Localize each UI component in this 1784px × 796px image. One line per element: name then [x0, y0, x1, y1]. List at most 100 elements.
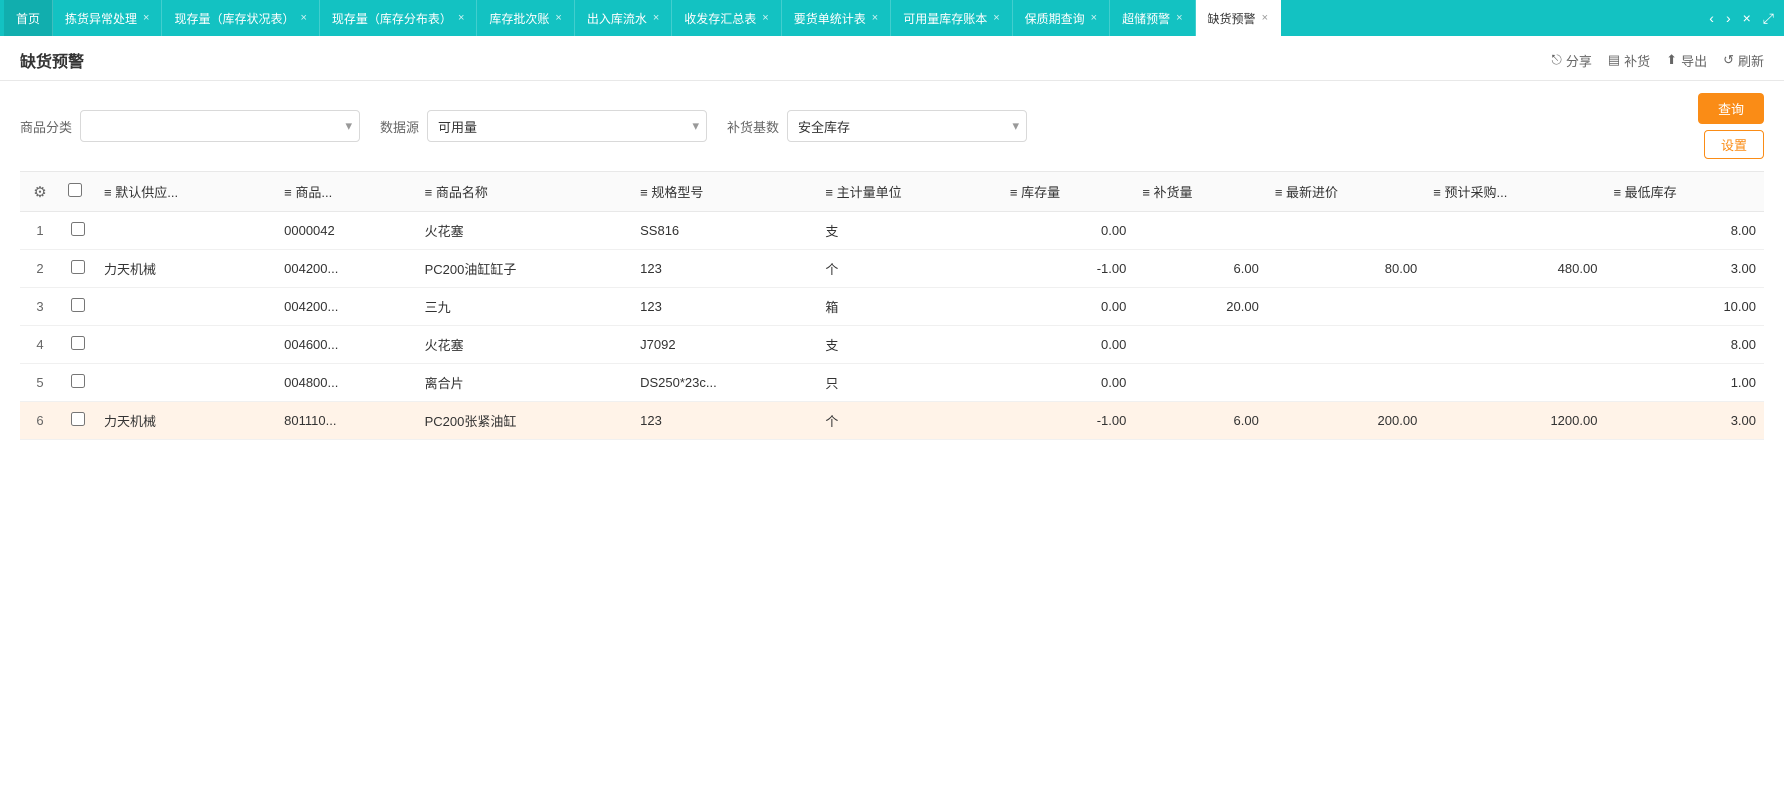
replenish-base-value: 安全库存: [798, 117, 850, 136]
tab-close-overstock[interactable]: ×: [1176, 12, 1182, 24]
tab-prev-button[interactable]: ‹: [1703, 6, 1720, 30]
tab-order-stats[interactable]: 要货单统计表 ×: [782, 0, 891, 36]
row-latest-price-2: 80.00: [1267, 250, 1425, 288]
row-unit-3: 箱: [817, 288, 1001, 326]
replenish-button[interactable]: ▤ 补货: [1608, 51, 1650, 70]
tab-batch-account[interactable]: 库存批次账 ×: [477, 0, 574, 36]
tab-close-inventory-status[interactable]: ×: [300, 12, 306, 24]
tab-close-all-button[interactable]: ×: [1737, 6, 1757, 30]
tab-close-batch-account[interactable]: ×: [555, 12, 561, 24]
row-stock-3: 0.00: [1002, 288, 1134, 326]
row-replenish-6: 6.00: [1134, 402, 1266, 440]
select-all-checkbox[interactable]: [68, 183, 82, 197]
row-spec-5: DS250*23c...: [632, 364, 817, 402]
tab-maximize-button[interactable]: ⤢: [1757, 6, 1780, 31]
tab-close-receive-summary[interactable]: ×: [762, 12, 768, 24]
row-checkbox-2[interactable]: [60, 250, 96, 288]
row-product-code-5: 004800...: [276, 364, 416, 402]
tab-bar: 首页 拣货异常处理 × 现存量（库存状况表） × 现存量（库存分布表） × 库存…: [0, 0, 1784, 36]
row-check-1[interactable]: [71, 222, 85, 236]
tab-inout-flow[interactable]: 出入库流水 ×: [575, 0, 672, 36]
row-product-name-2: PC200油缸缸子: [417, 250, 633, 288]
row-unit-5: 只: [817, 364, 1001, 402]
settings-button[interactable]: 设置: [1704, 130, 1764, 159]
row-min-stock-1: 8.00: [1605, 212, 1764, 250]
row-spec-4: J7092: [632, 326, 817, 364]
row-stock-6: -1.00: [1002, 402, 1134, 440]
row-check-5[interactable]: [71, 374, 85, 388]
row-product-name-6: PC200张紧油缸: [417, 402, 633, 440]
col-supplier: ≡ 默认供应...: [96, 172, 276, 212]
row-number-6: 6: [20, 402, 60, 440]
row-min-stock-4: 8.00: [1605, 326, 1764, 364]
tab-available-ledger[interactable]: 可用量库存账本 ×: [891, 0, 1012, 36]
row-est-purchase-6: 1200.00: [1425, 402, 1605, 440]
row-min-stock-3: 10.00: [1605, 288, 1764, 326]
page-content: 缺货预警 ⎋ 分享 ▤ 补货 ⬆ 导出 ↺ 刷新 商品分类: [0, 36, 1784, 796]
table-row: 4 004600... 火花塞 J7092 支 0.00 8.00: [20, 326, 1764, 364]
row-number-3: 3: [20, 288, 60, 326]
table-row: 2 力天机械 004200... PC200油缸缸子 123 个 -1.00 6…: [20, 250, 1764, 288]
row-checkbox-1[interactable]: [60, 212, 96, 250]
tab-inventory-dist[interactable]: 现存量（库存分布表） ×: [320, 0, 477, 36]
row-spec-2: 123: [632, 250, 817, 288]
page-title: 缺货预警: [20, 48, 84, 72]
share-button[interactable]: ⎋ 分享: [1552, 51, 1592, 70]
table-row: 5 004800... 离合片 DS250*23c... 只 0.00 1.00: [20, 364, 1764, 402]
datasource-value: 可用量: [438, 117, 477, 136]
row-checkbox-3[interactable]: [60, 288, 96, 326]
tab-shortage[interactable]: 缺货预警 ×: [1196, 0, 1281, 36]
col-product-code: ≡ 商品...: [276, 172, 416, 212]
row-product-code-1: 0000042: [276, 212, 416, 250]
refresh-icon: ↺: [1723, 52, 1734, 68]
column-settings-button[interactable]: ⚙: [33, 183, 46, 201]
replenish-icon: ▤: [1608, 52, 1620, 68]
tab-close-expiry-query[interactable]: ×: [1091, 12, 1097, 24]
row-unit-1: 支: [817, 212, 1001, 250]
row-check-3[interactable]: [71, 298, 85, 312]
table-row: 3 004200... 三九 123 箱 0.00 20.00 10.00: [20, 288, 1764, 326]
row-product-code-4: 004600...: [276, 326, 416, 364]
row-product-name-5: 离合片: [417, 364, 633, 402]
row-supplier-5: [96, 364, 276, 402]
tab-next-button[interactable]: ›: [1720, 6, 1737, 30]
row-check-6[interactable]: [71, 412, 85, 426]
row-est-purchase-4: [1425, 326, 1605, 364]
row-latest-price-3: [1267, 288, 1425, 326]
row-latest-price-6: 200.00: [1267, 402, 1425, 440]
tab-close-available-ledger[interactable]: ×: [993, 12, 999, 24]
tab-close-abnormal[interactable]: ×: [143, 12, 149, 24]
tab-abnormal[interactable]: 拣货异常处理 ×: [53, 0, 162, 36]
tab-close-inout-flow[interactable]: ×: [653, 12, 659, 24]
row-number-2: 2: [20, 250, 60, 288]
row-checkbox-6[interactable]: [60, 402, 96, 440]
row-checkbox-5[interactable]: [60, 364, 96, 402]
col-est-purchase: ≡ 预计采购...: [1425, 172, 1605, 212]
table-container: ⚙ ≡ 默认供应... ≡ 商品... ≡ 商品名称 ≡: [0, 171, 1784, 440]
row-check-2[interactable]: [71, 260, 85, 274]
row-check-4[interactable]: [71, 336, 85, 350]
row-supplier-4: [96, 326, 276, 364]
tab-close-inventory-dist[interactable]: ×: [458, 12, 464, 24]
row-min-stock-6: 3.00: [1605, 402, 1764, 440]
category-select[interactable]: [80, 110, 360, 142]
tab-inventory-status[interactable]: 现存量（库存状况表） ×: [162, 0, 319, 36]
refresh-button[interactable]: ↺ 刷新: [1723, 51, 1764, 70]
export-button[interactable]: ⬆ 导出: [1666, 51, 1707, 70]
query-button[interactable]: 查询: [1698, 93, 1764, 124]
tab-home[interactable]: 首页: [4, 0, 53, 36]
tab-expiry-query[interactable]: 保质期查询 ×: [1013, 0, 1110, 36]
tab-overstock[interactable]: 超储预警 ×: [1110, 0, 1195, 36]
row-supplier-3: [96, 288, 276, 326]
tab-close-order-stats[interactable]: ×: [872, 12, 878, 24]
row-stock-1: 0.00: [1002, 212, 1134, 250]
replenish-base-select[interactable]: 安全库存: [787, 110, 1027, 142]
tab-receive-summary[interactable]: 收发存汇总表 ×: [672, 0, 781, 36]
row-replenish-5: [1134, 364, 1266, 402]
row-spec-6: 123: [632, 402, 817, 440]
col-product-name: ≡ 商品名称: [417, 172, 633, 212]
row-checkbox-4[interactable]: [60, 326, 96, 364]
tab-close-shortage[interactable]: ×: [1262, 12, 1268, 24]
datasource-select[interactable]: 可用量: [427, 110, 707, 142]
export-icon: ⬆: [1666, 52, 1677, 68]
